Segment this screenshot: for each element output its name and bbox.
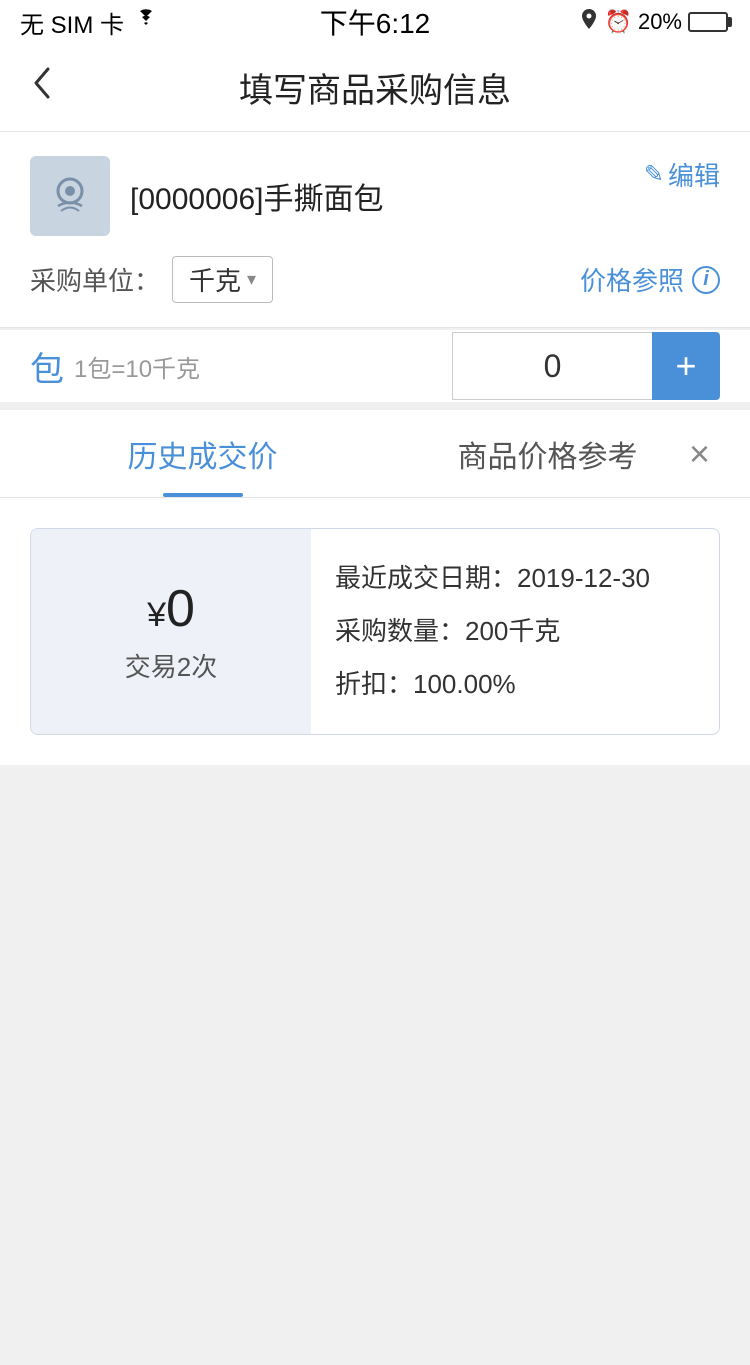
nav-header: 填写商品采购信息	[0, 44, 750, 132]
tab-history-label: 历史成交价	[128, 432, 278, 476]
product-left: [0000006]手撕面包	[30, 156, 383, 236]
qty-unit-hint: 1包=10千克	[74, 349, 200, 384]
tab-content: ¥0 交易2次 最近成交日期：2019-12-30 采购数量：200千克 折扣：…	[0, 498, 750, 765]
quantity-control: 0 +	[452, 332, 720, 400]
price-ref-button[interactable]: 价格参照 i	[580, 261, 720, 298]
edit-button[interactable]: ✎ 编辑	[644, 156, 720, 193]
date-value: 2019-12-30	[517, 563, 650, 593]
quantity-input[interactable]: 0	[452, 332, 652, 400]
edit-icon: ✎	[644, 160, 664, 189]
unit-label: 采购单位：	[30, 261, 160, 298]
qty-label: 采购数量：	[335, 616, 465, 646]
price-number: 0	[166, 580, 195, 638]
page-title: 填写商品采购信息	[239, 63, 511, 112]
product-name: [0000006]手撕面包	[130, 174, 383, 218]
status-time: 下午6:12	[320, 2, 431, 42]
quantity-value: 0	[544, 348, 562, 385]
status-bar: 无 SIM 卡 下午6:12 ⏰ 20%	[0, 0, 750, 44]
carrier-text: 无 SIM 卡	[20, 5, 124, 40]
quantity-section: 包 1包=10千克 0 +	[0, 330, 750, 410]
plus-icon: +	[675, 345, 696, 387]
tab-panel: 历史成交价 商品价格参考 × ¥0 交易2次 最近成交日期：2019-12-30…	[0, 410, 750, 765]
main-background	[0, 765, 750, 1365]
currency-symbol: ¥	[147, 596, 166, 634]
qty-value: 200千克	[465, 616, 560, 646]
chevron-down-icon: ▾	[247, 269, 256, 290]
history-discount-row: 折扣：100.00%	[335, 665, 695, 704]
status-left: 无 SIM 卡	[20, 5, 160, 40]
tab-active-indicator	[163, 493, 243, 497]
price-ref-label: 价格参照	[580, 261, 684, 298]
history-date-row: 最近成交日期：2019-12-30	[335, 559, 695, 598]
discount-label: 折扣：	[335, 669, 413, 699]
product-bottom-row: 采购单位： 千克 ▾ 价格参照 i	[30, 256, 720, 303]
tab-price-ref-label: 商品价格参考	[458, 432, 638, 476]
tab-close-button[interactable]: ×	[679, 423, 720, 485]
history-card: ¥0 交易2次 最近成交日期：2019-12-30 采购数量：200千克 折扣：…	[30, 528, 720, 735]
history-trade-count: 交易2次	[125, 647, 217, 684]
history-details-right: 最近成交日期：2019-12-30 采购数量：200千克 折扣：100.00%	[311, 529, 719, 734]
quantity-label: 包 1包=10千克	[30, 342, 200, 391]
info-icon: i	[692, 266, 720, 294]
history-price-left: ¥0 交易2次	[31, 529, 311, 734]
product-thumbnail	[30, 156, 110, 236]
tab-history-price[interactable]: 历史成交价	[30, 410, 375, 497]
tab-price-ref[interactable]: 商品价格参考	[375, 410, 720, 497]
battery-percent: 20%	[638, 9, 682, 35]
date-label: 最近成交日期：	[335, 563, 517, 593]
wifi-icon	[132, 8, 160, 36]
unit-row: 采购单位： 千克 ▾	[30, 256, 273, 303]
battery-icon	[688, 12, 730, 32]
unit-selector[interactable]: 千克 ▾	[172, 256, 273, 303]
location-icon	[579, 7, 599, 37]
status-right: ⏰ 20%	[579, 7, 730, 37]
history-price-value: ¥0	[147, 579, 195, 639]
product-top-row: [0000006]手撕面包 ✎ 编辑	[30, 156, 720, 236]
qty-unit-badge: 包	[30, 342, 64, 391]
tab-header: 历史成交价 商品价格参考 ×	[0, 410, 750, 498]
history-qty-row: 采购数量：200千克	[335, 612, 695, 651]
quantity-plus-button[interactable]: +	[652, 332, 720, 400]
product-card: [0000006]手撕面包 ✎ 编辑 采购单位： 千克 ▾ 价格参照 i	[0, 132, 750, 328]
back-button[interactable]	[30, 53, 64, 122]
discount-value: 100.00%	[413, 669, 516, 699]
unit-value: 千克	[189, 261, 241, 298]
alarm-icon: ⏰	[605, 9, 632, 35]
